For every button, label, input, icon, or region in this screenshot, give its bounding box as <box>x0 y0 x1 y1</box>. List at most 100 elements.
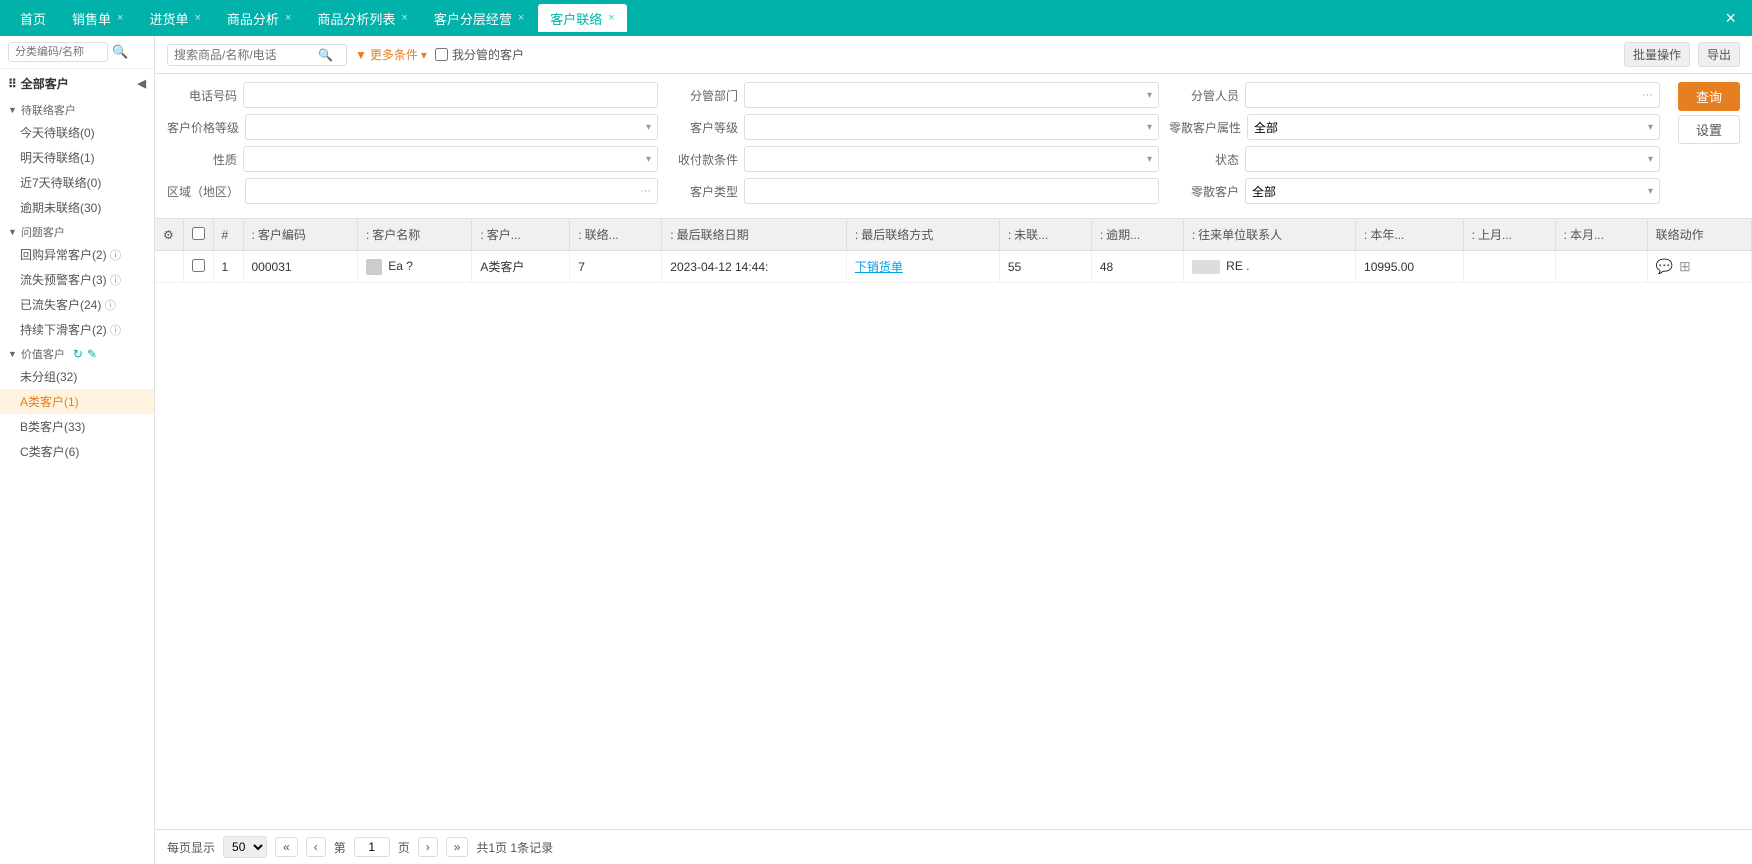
info-icon-2: ⓘ <box>110 275 121 287</box>
region-label: 区域（地区） <box>167 183 239 200</box>
table-settings-icon[interactable]: ⚙ <box>163 228 174 242</box>
page-number-input[interactable] <box>354 837 390 857</box>
sidebar-group-pending[interactable]: ▼ 待联络客户 <box>0 98 154 120</box>
table-header-row: ⚙ # : 客户编码 : 客户名称 : 客户... : 联络... : 最后联络… <box>155 219 1752 251</box>
last-page-button[interactable]: » <box>446 837 469 857</box>
table-header-level: : 客户... <box>472 219 570 251</box>
prev-page-button[interactable]: ‹ <box>306 837 326 857</box>
filter-cell-status: 状态 ▾ <box>1169 146 1670 172</box>
edit-icon[interactable]: ✎ <box>87 347 97 361</box>
customer-level-select[interactable]: ▾ <box>744 114 1159 140</box>
sidebar-item-churn-warning[interactable]: 流失预警客户(3) ⓘ <box>0 267 154 292</box>
customer-avatar <box>366 259 382 275</box>
sidebar-search-area: 🔍 <box>0 36 154 69</box>
table-header-overdue: : 逾期... <box>1091 219 1183 251</box>
pagination-bar: 每页显示 50 « ‹ 第 页 › » 共1页 1条记录 <box>155 829 1752 864</box>
person-label: 分管人员 <box>1169 87 1239 104</box>
retail-arrow-icon: ▾ <box>1648 186 1653 197</box>
nav-tab-purchase[interactable]: 进货单 × <box>137 4 212 32</box>
row-last-contact-type[interactable]: 下销货单 <box>846 251 999 283</box>
next-page-button[interactable]: › <box>418 837 438 857</box>
filter-cell-payment: 收付款条件 ▾ <box>668 146 1169 172</box>
retail-attr-select[interactable]: 全部 ▾ <box>1247 114 1660 140</box>
status-select[interactable]: ▾ <box>1245 146 1660 172</box>
chevron-down-icon-3: ▼ <box>8 349 17 359</box>
class-b-label: B类客户(33) <box>20 420 85 434</box>
query-button[interactable]: 查询 <box>1678 82 1740 111</box>
chat-icon[interactable]: 💬 <box>1656 258 1673 275</box>
sales-tab-close[interactable]: × <box>117 12 123 24</box>
bulk-action-button[interactable]: 批量操作 <box>1624 42 1690 67</box>
row-name[interactable]: Ea ? <box>357 251 471 283</box>
my-customers-checkbox-area[interactable]: 我分管的客户 <box>435 46 524 63</box>
settings-button[interactable]: 设置 <box>1678 115 1740 144</box>
content-area: 🔍 ▼ 更多条件 ▾ 我分管的客户 批量操作 导出 <box>155 36 1752 864</box>
row-checkbox[interactable] <box>192 259 205 272</box>
table-header-code: : 客户编码 <box>243 219 357 251</box>
table-header-settings[interactable]: ⚙ <box>155 219 183 251</box>
export-button[interactable]: 导出 <box>1698 42 1740 67</box>
horizontal-scrollbar-area[interactable] <box>155 809 1752 829</box>
status-arrow-icon: ▾ <box>1648 154 1653 165</box>
per-page-label: 每页显示 <box>167 839 215 856</box>
nature-select[interactable]: ▾ <box>243 146 658 172</box>
sidebar-item-unclassified[interactable]: 未分组(32) <box>0 364 154 389</box>
goods-analysis-tab-close[interactable]: × <box>285 12 291 24</box>
nav-tab-goods-analysis-list[interactable]: 商品分析列表 × <box>305 4 419 32</box>
sidebar-item-declining[interactable]: 持续下滑客户(2) ⓘ <box>0 317 154 342</box>
sidebar-item-today-pending[interactable]: 今天待联络(0) <box>0 120 154 145</box>
sidebar-item-repurchase-abnormal[interactable]: 回购异常客户(2) ⓘ <box>0 242 154 267</box>
sidebar-search-input[interactable] <box>8 42 108 62</box>
sidebar-item-class-a[interactable]: A类客户(1) <box>0 389 154 414</box>
sidebar-item-7days-pending[interactable]: 近7天待联络(0) <box>0 170 154 195</box>
refresh-icon[interactable]: ↻ <box>73 347 83 361</box>
qr-icon[interactable]: ⊞ <box>1679 258 1691 275</box>
sidebar-item-overdue-pending[interactable]: 逾期未联络(30) <box>0 195 154 220</box>
nav-tab-sales[interactable]: 销售单 × <box>60 4 135 32</box>
customer-type-select[interactable] <box>744 178 1159 204</box>
table-select-all-checkbox[interactable] <box>192 227 205 240</box>
filter-search-input[interactable] <box>174 48 314 62</box>
nav-tab-customer-layered[interactable]: 客户分层经营 × <box>422 4 536 32</box>
query-buttons: 查询 设置 <box>1678 82 1740 210</box>
table-header-this-month: : 本月... <box>1555 219 1647 251</box>
purchase-tab-close[interactable]: × <box>194 12 200 24</box>
nav-tab-home[interactable]: 首页 <box>8 4 58 32</box>
retail-select[interactable]: 全部 ▾ <box>1245 178 1660 204</box>
sidebar-search-icon[interactable]: 🔍 <box>112 44 128 60</box>
sidebar-group-value[interactable]: ▼ 价值客户 ↻ ✎ <box>0 342 154 364</box>
first-page-button[interactable]: « <box>275 837 298 857</box>
sidebar-item-class-c[interactable]: C类客户(6) <box>0 439 154 464</box>
region-select[interactable]: ··· <box>245 178 658 204</box>
per-page-select[interactable]: 50 <box>223 836 267 858</box>
row-checkbox-cell[interactable] <box>183 251 213 283</box>
my-customers-checkbox[interactable] <box>435 48 448 61</box>
sidebar-item-class-b[interactable]: B类客户(33) <box>0 414 154 439</box>
sidebar-group-problem[interactable]: ▼ 问题客户 <box>0 220 154 242</box>
filter-search-icon[interactable]: 🔍 <box>318 48 333 62</box>
sidebar-all-customers-header[interactable]: ⠿ 全部客户 ◀ <box>0 69 154 98</box>
sidebar-item-tomorrow-pending[interactable]: 明天待联络(1) <box>0 145 154 170</box>
filter-search-box[interactable]: 🔍 <box>167 44 347 66</box>
payment-select[interactable]: ▾ <box>744 146 1159 172</box>
table-header-checkbox[interactable] <box>183 219 213 251</box>
sidebar-item-churned[interactable]: 已流失客户(24) ⓘ <box>0 292 154 317</box>
page-end-label: 页 <box>398 839 410 856</box>
window-close-button[interactable]: × <box>1717 8 1744 29</box>
filter-cell-phone: 电话号码 <box>167 82 668 108</box>
sidebar-collapse-button[interactable]: ◀ <box>138 77 146 90</box>
phone-input[interactable] <box>243 82 658 108</box>
customer-contact-tab-close[interactable]: × <box>608 12 614 24</box>
price-level-select[interactable]: ▾ <box>245 114 658 140</box>
phone-label: 电话号码 <box>167 87 237 104</box>
customer-layered-tab-close[interactable]: × <box>518 12 524 24</box>
goods-analysis-list-tab-label: 商品分析列表 <box>317 9 395 28</box>
nav-tab-goods-analysis[interactable]: 商品分析 × <box>215 4 303 32</box>
person-select[interactable]: ··· <box>1245 82 1660 108</box>
nav-tab-customer-contact[interactable]: 客户联络 × <box>538 4 626 32</box>
dept-select[interactable]: ▾ <box>744 82 1159 108</box>
last-contact-type-link[interactable]: 下销货单 <box>855 260 903 274</box>
goods-analysis-list-tab-close[interactable]: × <box>401 12 407 24</box>
more-conditions-button[interactable]: ▼ 更多条件 ▾ <box>355 46 427 63</box>
retail-attr-arrow-icon: ▾ <box>1648 122 1653 133</box>
